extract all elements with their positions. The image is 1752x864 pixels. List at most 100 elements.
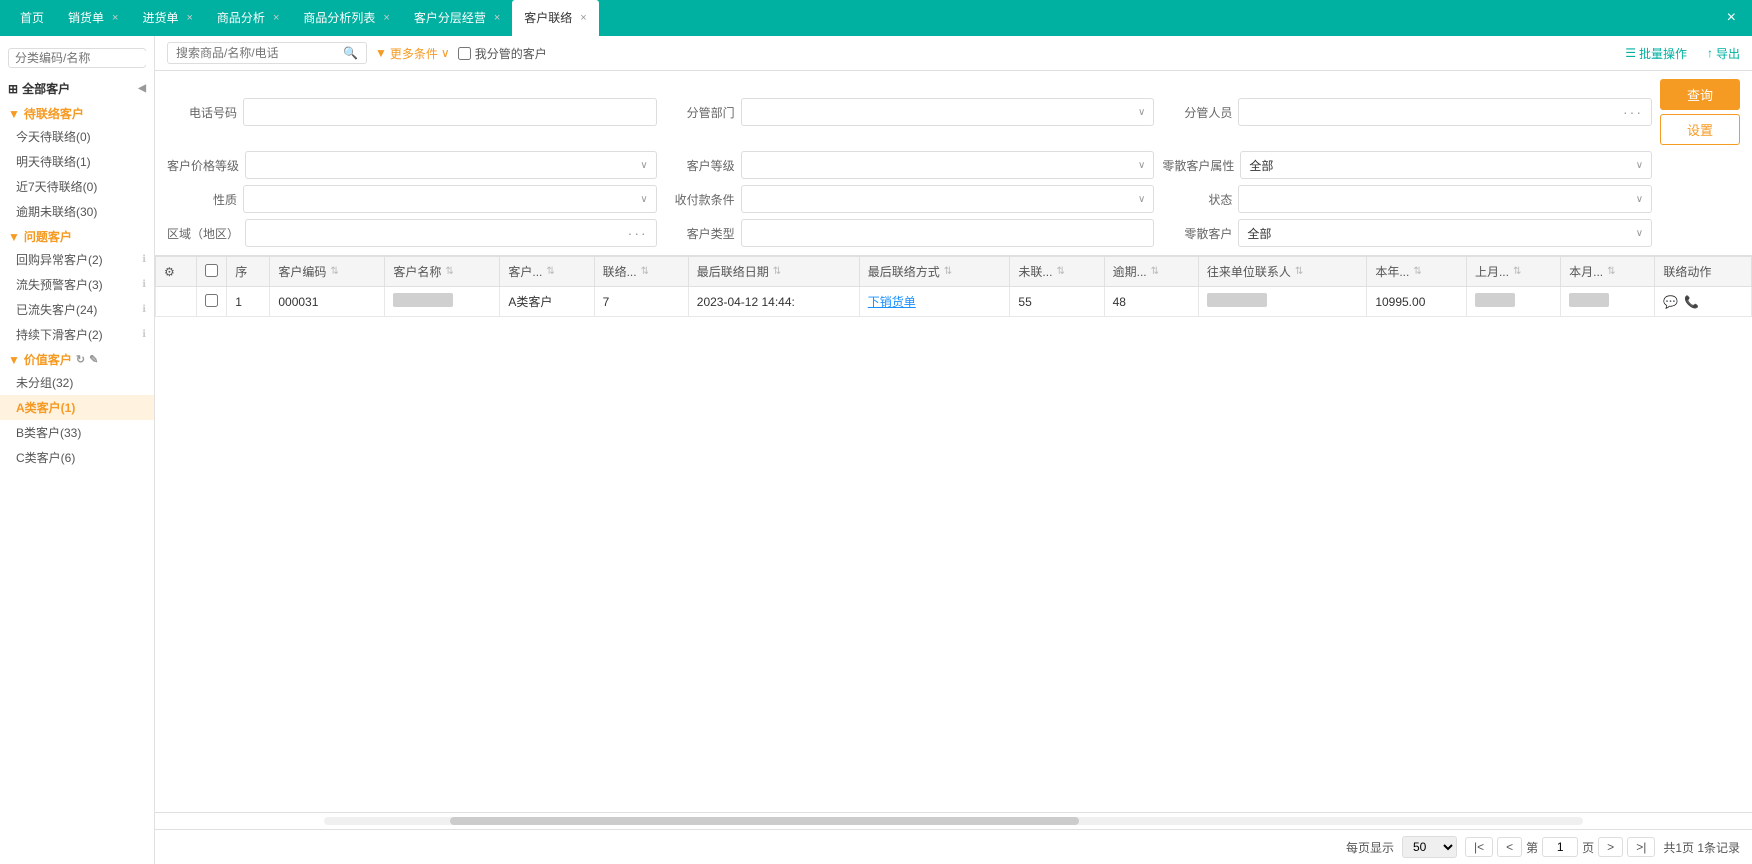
- scrollbar-thumb[interactable]: [450, 817, 1079, 825]
- close-sales-order[interactable]: ×: [112, 0, 118, 36]
- row-checkbox[interactable]: [205, 294, 218, 307]
- code-cell: 000031: [270, 287, 385, 317]
- more-arrow-icon: ∨: [441, 46, 450, 60]
- nav-product-analysis[interactable]: 商品分析 ×: [205, 0, 291, 36]
- gear-icon: ⚙: [164, 265, 175, 279]
- scatter-attr-input[interactable]: 全部 ∨: [1240, 151, 1652, 179]
- first-page-button[interactable]: |<: [1465, 837, 1493, 857]
- close-purchase-order[interactable]: ×: [186, 0, 192, 36]
- year-sort-icon: ⇅: [1413, 266, 1421, 277]
- nav-customer-tier[interactable]: 客户分层经营 ×: [402, 0, 512, 36]
- sidebar-item-class-c[interactable]: C类客户(6): [0, 445, 154, 470]
- filter-customer-level: 客户等级 ∨: [665, 151, 1155, 179]
- my-customers-filter[interactable]: 我分管的客户: [458, 45, 547, 62]
- nav-customer-contact[interactable]: 客户联络 ×: [512, 0, 598, 36]
- main-search-input[interactable]: [176, 46, 339, 60]
- name-header[interactable]: 客户名称 ⇅: [385, 257, 500, 287]
- close-product-analysis[interactable]: ×: [273, 0, 279, 36]
- nav-purchase-order[interactable]: 进货单 ×: [130, 0, 204, 36]
- sidebar-item-today[interactable]: 今天待联络(0): [0, 124, 154, 149]
- close-customer-contact[interactable]: ×: [580, 0, 586, 36]
- sidebar-item-ungrouped[interactable]: 未分组(32): [0, 370, 154, 395]
- type-header[interactable]: 客户... ⇅: [500, 257, 594, 287]
- code-header[interactable]: 客户编码 ⇅: [270, 257, 385, 287]
- prev-page-button[interactable]: <: [1497, 837, 1522, 857]
- total-records-label: 共1页 1条记录: [1663, 839, 1740, 856]
- batch-operation-button[interactable]: ☰ 批量操作: [1625, 45, 1687, 62]
- phone-input[interactable]: [243, 98, 657, 126]
- last-date-header[interactable]: 最后联络日期 ⇅: [688, 257, 859, 287]
- all-customers-header[interactable]: ⊞ 全部客户 ◀: [0, 76, 154, 101]
- query-button[interactable]: 查询: [1660, 79, 1740, 110]
- filter-scatter-customer: 零散客户 全部 ∨: [1162, 219, 1652, 247]
- nav-home[interactable]: 首页: [8, 0, 56, 36]
- overdue-header[interactable]: 逾期... ⇅: [1104, 257, 1198, 287]
- last-method-header[interactable]: 最后联络方式 ⇅: [859, 257, 1010, 287]
- customer-level-input[interactable]: ∨: [741, 151, 1155, 179]
- uncontacted-header[interactable]: 未联... ⇅: [1010, 257, 1104, 287]
- sidebar-item-tomorrow[interactable]: 明天待联络(1): [0, 149, 154, 174]
- phone-icon[interactable]: 📞: [1684, 295, 1699, 309]
- group-value-label: 价值客户: [24, 351, 72, 368]
- edit-icon[interactable]: ✎: [89, 353, 98, 366]
- group-pending-contact[interactable]: ▼ 待联络客户: [0, 101, 154, 124]
- nav-product-analysis-list[interactable]: 商品分析列表 ×: [291, 0, 401, 36]
- close-customer-tier[interactable]: ×: [494, 0, 500, 36]
- customer-table: ⚙ 序 客户编码 ⇅: [155, 256, 1752, 317]
- page-number-input[interactable]: [1542, 837, 1578, 857]
- my-customers-checkbox[interactable]: [458, 47, 471, 60]
- export-button[interactable]: ↑ 导出: [1707, 45, 1740, 62]
- manager-input[interactable]: ···: [1238, 98, 1652, 126]
- filter-manager: 分管人员 ···: [1162, 98, 1652, 126]
- last-month-header[interactable]: 上月... ⇅: [1466, 257, 1560, 287]
- payment-input[interactable]: ∨: [741, 185, 1155, 213]
- sidebar-item-7days[interactable]: 近7天待联络(0): [0, 174, 154, 199]
- region-dots-icon: ···: [628, 225, 648, 241]
- info-icon4: ℹ: [142, 329, 146, 340]
- sidebar-item-class-a[interactable]: A类客户(1): [0, 395, 154, 420]
- action-icons[interactable]: 💬 📞: [1663, 295, 1743, 309]
- close-product-analysis-list[interactable]: ×: [383, 0, 389, 36]
- global-close-button[interactable]: ×: [1719, 9, 1744, 27]
- this-year-header[interactable]: 本年... ⇅: [1367, 257, 1467, 287]
- status-input[interactable]: ∨: [1238, 185, 1652, 213]
- gear-header[interactable]: ⚙: [156, 257, 197, 287]
- blurred-last-month: [1475, 293, 1515, 307]
- dept-input[interactable]: ∨: [741, 98, 1155, 126]
- next-page-button[interactable]: >: [1598, 837, 1623, 857]
- more-filters-button[interactable]: ▼ 更多条件 ∨: [375, 45, 450, 62]
- collapse-icon[interactable]: ◀: [138, 83, 146, 94]
- sidebar-item-class-b[interactable]: B类客户(33): [0, 420, 154, 445]
- select-all-checkbox[interactable]: [205, 264, 218, 277]
- this-year-cell: 10995.00: [1367, 287, 1467, 317]
- checkbox-header[interactable]: [197, 257, 227, 287]
- nav-sales-order[interactable]: 销货单 ×: [56, 0, 130, 36]
- scatter-customer-input[interactable]: 全部 ∨: [1238, 219, 1652, 247]
- group-value-customers[interactable]: ▼ 价值客户 ↻ ✎: [0, 347, 154, 370]
- this-month-header[interactable]: 本月... ⇅: [1561, 257, 1655, 287]
- contact-person-header[interactable]: 往来单位联系人 ⇅: [1198, 257, 1366, 287]
- sidebar-item-declining[interactable]: 持续下滑客户(2) ℹ: [0, 322, 154, 347]
- checkbox-cell[interactable]: [197, 287, 227, 317]
- nature-input[interactable]: ∨: [243, 185, 657, 213]
- comment-icon[interactable]: 💬: [1663, 295, 1678, 309]
- last-method-cell[interactable]: 下销货单: [859, 287, 1010, 317]
- group-problem-customers[interactable]: ▼ 问题客户: [0, 224, 154, 247]
- sidebar-search-input[interactable]: [15, 51, 155, 65]
- settings-button[interactable]: 设置: [1660, 114, 1740, 145]
- filter-row-1: 电话号码 分管部门 ∨ 分管人员 ···: [167, 79, 1740, 145]
- dept-arrow-icon: ∨: [1138, 107, 1145, 118]
- per-page-select[interactable]: 50 100 200: [1402, 836, 1457, 858]
- group-pending-label: 待联络客户: [24, 105, 84, 122]
- refresh-icon[interactable]: ↻: [76, 353, 85, 366]
- last-page-button[interactable]: >|: [1627, 837, 1655, 857]
- region-input[interactable]: ···: [245, 219, 657, 247]
- customer-type-input[interactable]: [741, 219, 1155, 247]
- price-level-input[interactable]: ∨: [245, 151, 657, 179]
- nature-arrow-icon: ∨: [640, 194, 647, 205]
- sidebar-item-repurchase-abnormal[interactable]: 回购异常客户(2) ℹ: [0, 247, 154, 272]
- sidebar-item-churned[interactable]: 已流失客户(24) ℹ: [0, 297, 154, 322]
- sidebar-item-overdue[interactable]: 逾期未联络(30): [0, 199, 154, 224]
- contact-header[interactable]: 联络... ⇅: [594, 257, 688, 287]
- sidebar-item-churn-warning[interactable]: 流失预警客户(3) ℹ: [0, 272, 154, 297]
